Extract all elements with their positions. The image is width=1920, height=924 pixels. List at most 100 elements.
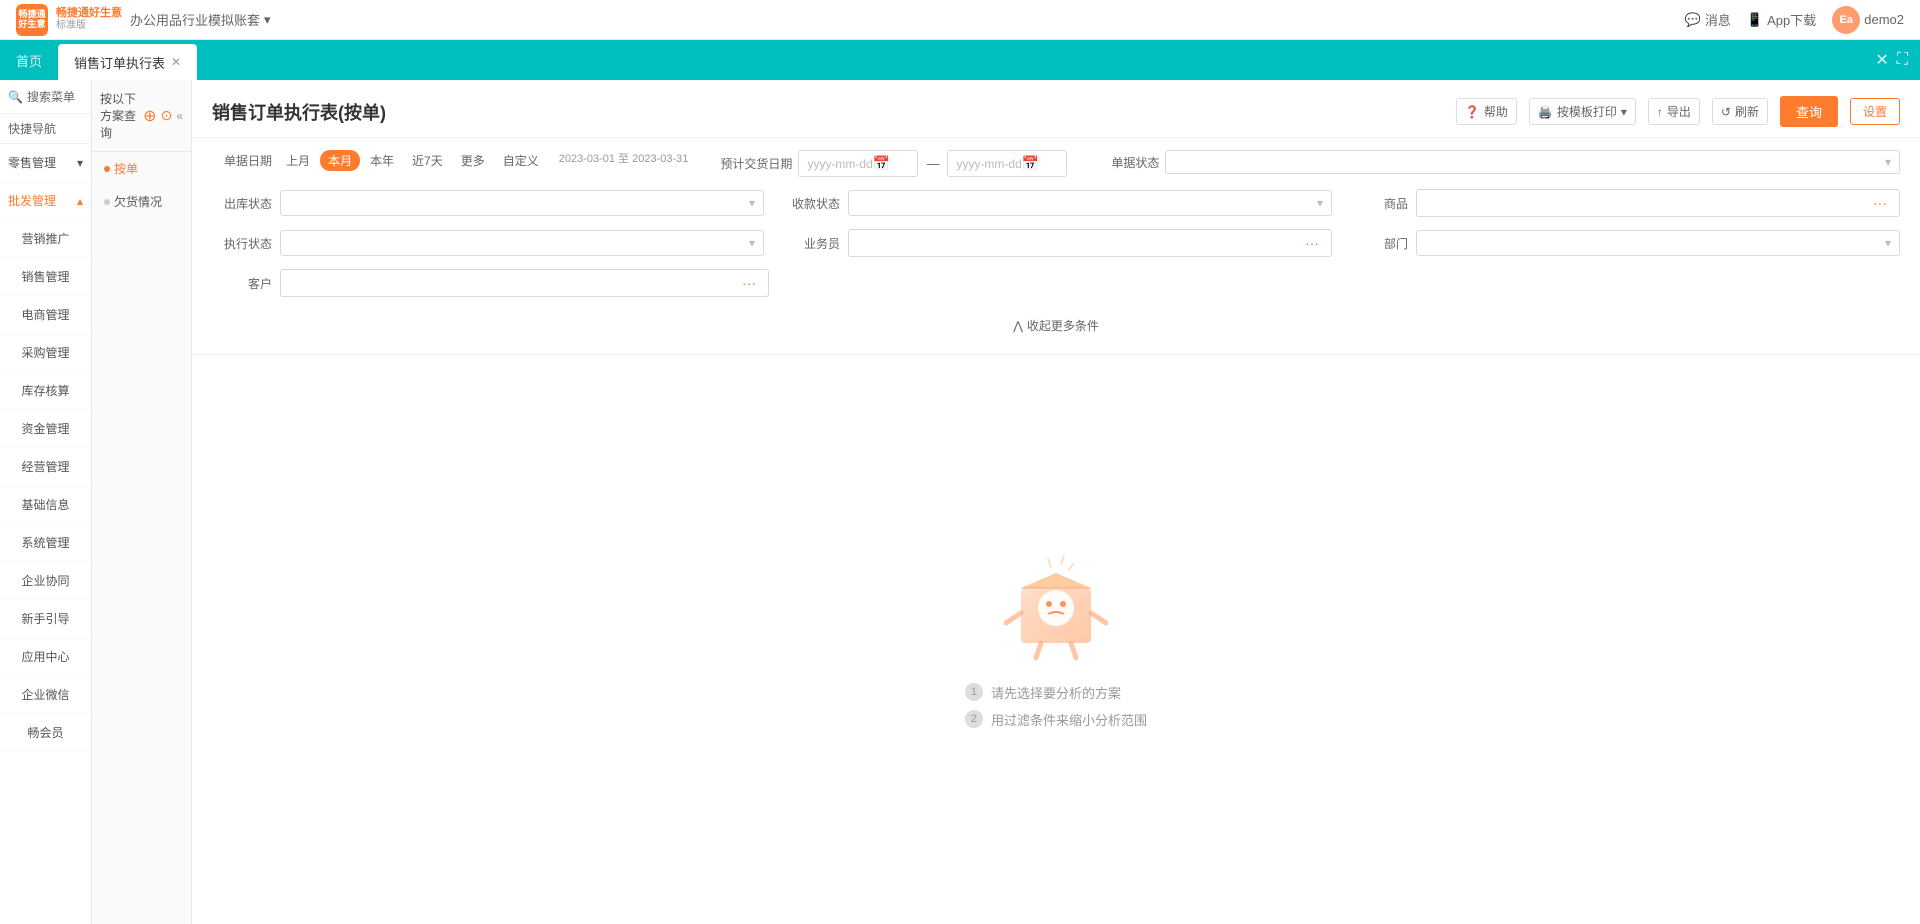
order-status-select[interactable]: ▾ [1165,150,1900,174]
payment-status-chevron: ▾ [1317,196,1323,210]
collapse-chevron-icon: ⋀ [1013,319,1023,333]
sidebar-item-sales[interactable]: 销售管理 [0,258,91,296]
sub-sidebar-item-欠货情况[interactable]: 欠货情况 [92,185,191,218]
tab-bar-right: ✕ ⛶ [1875,50,1920,70]
tip-text-1: 请先选择要分析的方案 [991,683,1121,702]
top-header: 畅捷通好生意 畅捷通好生意 标准版 办公用品行业模拟账套 ▾ 💬 消息 📱 Ap… [0,0,1920,40]
order-status-label: 单据状态 [1099,154,1159,171]
forecast-date-to[interactable]: yyyy-mm-dd 📅 [947,150,1067,177]
sidebar-item-ecommerce[interactable]: 电商管理 [0,296,91,334]
forecast-date-picker: yyyy-mm-dd 📅 — yyyy-mm-dd 📅 [798,150,1067,177]
sub-sidebar-config-icon[interactable]: ⊙ [161,107,173,124]
app-logo: 畅捷通好生意 [16,4,48,36]
query-button[interactable]: 查询 [1780,96,1838,127]
refresh-label: 刷新 [1735,103,1759,120]
breadcrumb-text: 办公用品行业模拟账套 [130,10,260,29]
sidebar-member-label: 畅会员 [27,724,63,741]
filter-row-2: 出库状态 ▾ 收款状态 ▾ 商品 [212,189,1900,217]
ship-status-select[interactable]: ▾ [280,190,764,216]
sidebar-enterprise-label: 企业协同 [21,572,69,589]
settings-button[interactable]: 设置 [1850,98,1900,125]
sidebar-item-wechat[interactable]: 企业微信 [0,676,91,714]
date-tab-more[interactable]: 更多 [453,150,493,171]
product-ellipsis-icon[interactable]: ··· [1869,195,1891,211]
empty-tip-2: 2 用过滤条件来缩小分析范围 [965,710,1147,729]
product-input[interactable]: ··· [1416,189,1900,217]
message-action[interactable]: 💬 消息 [1685,10,1731,29]
sub-sidebar-item-label-欠货情况: 欠货情况 [114,193,162,210]
collapse-button[interactable]: ⋀ 收起更多条件 [1013,317,1099,334]
exec-status-cell: 执行状态 ▾ [212,230,764,256]
tab-maximize-icon[interactable]: ⛶ [1897,51,1908,69]
sub-sidebar-collapse-icon[interactable]: « [176,109,183,123]
export-label: 导出 [1667,103,1691,120]
sidebar-sales-label: 销售管理 [21,268,69,285]
sidebar-item-retail[interactable]: 零售管理 ▾ [0,144,91,182]
sidebar: 🔍 搜索菜单 快捷导航 零售管理 ▾ 批发管理 ▴ 营销推广 销售管理 电商管理… [0,80,92,924]
sidebar-item-operations[interactable]: 经营管理 [0,448,91,486]
sidebar-basic-label: 基础信息 [21,496,69,513]
sidebar-retail-arrow: ▾ [77,156,83,170]
sidebar-item-enterprise[interactable]: 企业协同 [0,562,91,600]
date-tab-custom[interactable]: 自定义 [495,150,547,171]
sidebar-item-marketing[interactable]: 营销推广 [0,220,91,258]
customer-ellipsis-icon[interactable]: ··· [738,275,760,291]
tab-home[interactable]: 首页 [0,40,58,80]
header-right: 💬 消息 📱 App下载 Ea demo2 [1685,6,1904,34]
sub-sidebar-item-按单[interactable]: 按单 [92,152,191,185]
print-label: 按模板打印 [1557,103,1617,120]
help-button[interactable]: ❓ 帮助 [1456,98,1517,125]
filter-row-1: 单据日期 上月 本月 本年 近7天 更多 自定义 2023-03-01 至 20… [212,150,1900,177]
sidebar-item-newbie[interactable]: 新手引导 [0,600,91,638]
order-status-group: 单据状态 ▾ [1099,150,1900,174]
export-button[interactable]: ↑ 导出 [1648,98,1700,125]
tab-close-icon[interactable]: ✕ [171,55,181,69]
exec-status-select[interactable]: ▾ [280,230,764,256]
date-tab-last7[interactable]: 近7天 [404,150,451,171]
forecast-from-cal-icon[interactable]: 📅 [873,155,890,172]
forecast-date-group: 预计交货日期 yyyy-mm-dd 📅 — yyyy-mm-dd 📅 [720,150,1067,177]
user-action[interactable]: Ea demo2 [1832,6,1904,34]
sidebar-item-inventory[interactable]: 库存核算 [0,372,91,410]
sidebar-item-wholesale[interactable]: 批发管理 ▴ [0,182,91,220]
sidebar-item-member[interactable]: 畅会员 [0,714,91,752]
app-title-area: 畅捷通好生意 标准版 [56,7,122,32]
filter-actions-row: ⋀ 收起更多条件 [212,309,1900,342]
tab-close-window-icon[interactable]: ✕ [1875,50,1888,70]
app-download-action[interactable]: 📱 App下载 [1747,10,1816,29]
sidebar-purchase-label: 采购管理 [21,344,69,361]
forecast-date-from[interactable]: yyyy-mm-dd 📅 [798,150,918,177]
sidebar-item-appstore[interactable]: 应用中心 [0,638,91,676]
date-tab-this-month[interactable]: 本月 [320,150,360,171]
breadcrumb[interactable]: 办公用品行业模拟账套 ▾ [130,10,271,29]
export-icon: ↑ [1657,105,1663,119]
date-range-display: 2023-03-01 至 2023-03-31 [559,150,689,166]
ship-status-cell: 出库状态 ▾ [212,190,764,216]
sidebar-item-finance[interactable]: 资金管理 [0,410,91,448]
salesperson-input[interactable]: ··· [848,229,1332,257]
print-template-button[interactable]: 🖨️ 按模板打印 ▾ [1529,98,1636,125]
date-tab-last-month[interactable]: 上月 [278,150,318,171]
date-tab-this-year[interactable]: 本年 [362,150,402,171]
filter-row-4: 客户 ··· [212,269,769,297]
tab-sales-order[interactable]: 销售订单执行表 ✕ [58,44,197,80]
refresh-button[interactable]: ↺ 刷新 [1712,98,1768,125]
product-label: 商品 [1348,195,1408,212]
sub-sidebar-title: 按以下方案查询 [100,90,143,141]
sub-sidebar-add-icon[interactable]: ⊕ [143,106,156,126]
dept-select[interactable]: ▾ [1416,230,1900,256]
sub-sidebar-icons: ⊕ ⊙ « [143,106,183,126]
sidebar-item-purchase[interactable]: 采购管理 [0,334,91,372]
sidebar-system-label: 系统管理 [21,534,69,551]
customer-input[interactable]: ··· [280,269,769,297]
sidebar-item-basic[interactable]: 基础信息 [0,486,91,524]
sidebar-quick-nav[interactable]: 快捷导航 [0,114,91,144]
sidebar-search[interactable]: 🔍 搜索菜单 [0,80,91,114]
sidebar-item-system[interactable]: 系统管理 [0,524,91,562]
salesperson-ellipsis-icon[interactable]: ··· [1301,235,1323,251]
forecast-to-cal-icon[interactable]: 📅 [1022,155,1039,172]
date-label: 单据日期 [212,152,272,169]
sidebar-newbie-label: 新手引导 [21,610,69,627]
payment-status-select[interactable]: ▾ [848,190,1332,216]
app-subtitle: 标准版 [56,20,122,32]
